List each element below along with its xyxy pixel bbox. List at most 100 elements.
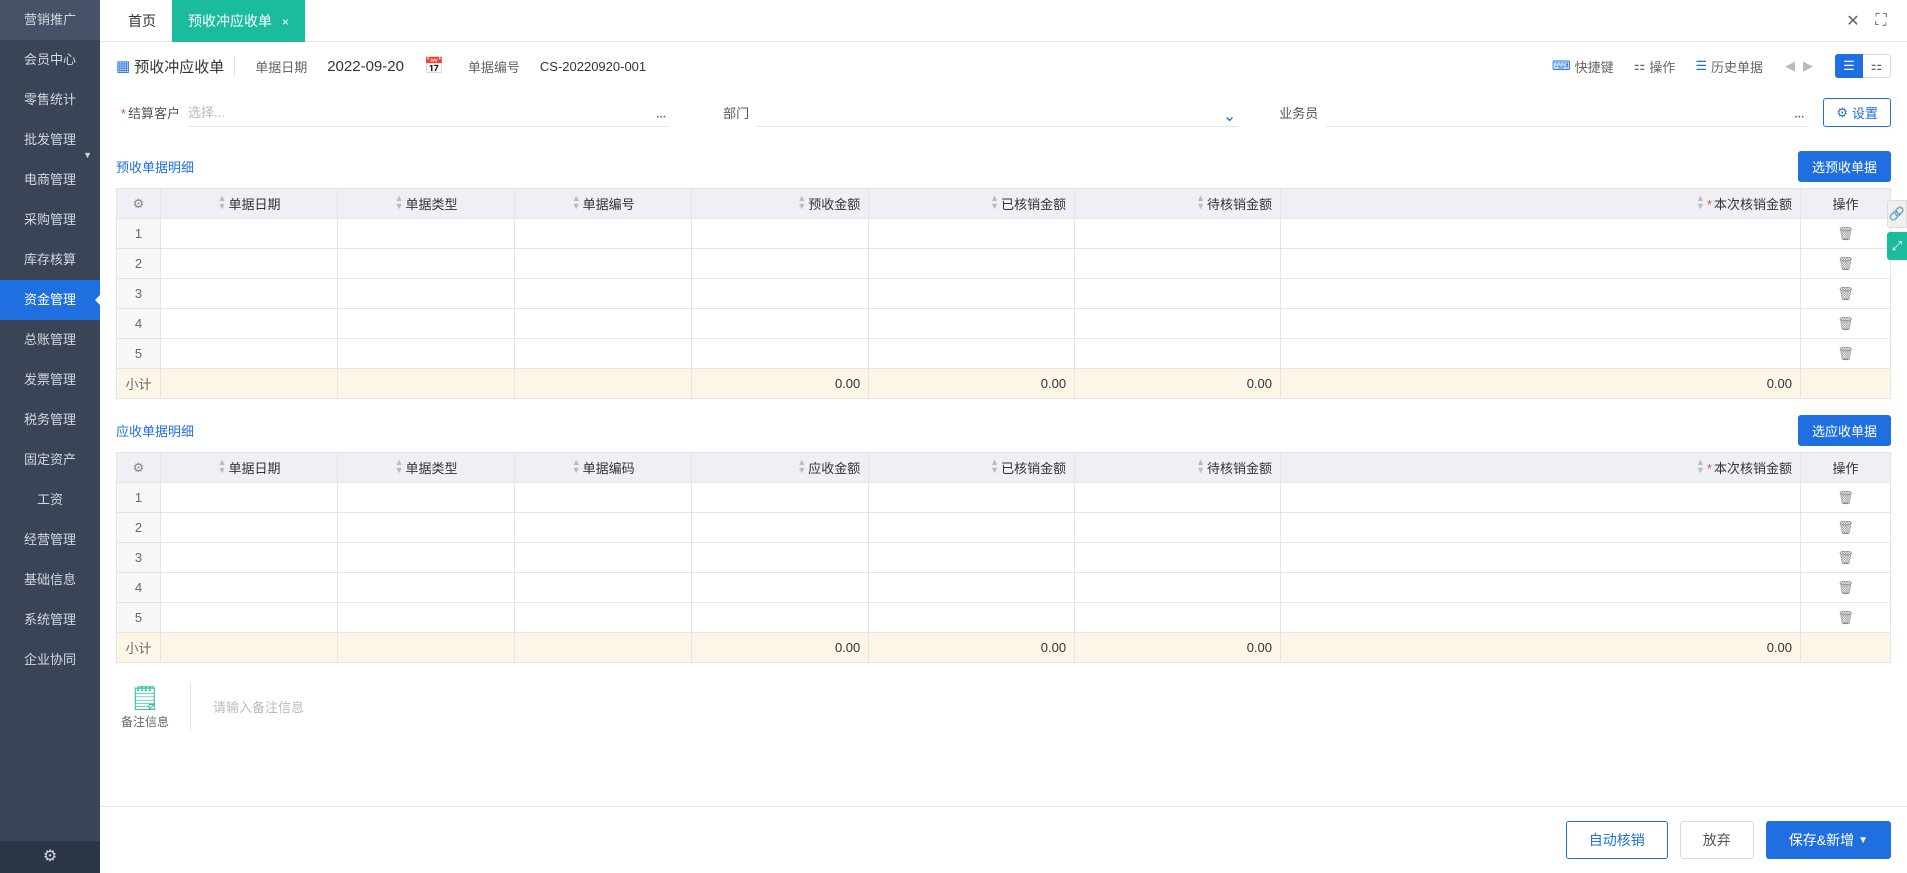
table-row[interactable]: 5🗑 [117, 603, 1891, 633]
sidebar-item-member[interactable]: 会员中心 [0, 40, 100, 80]
delete-row-button[interactable]: 🗑 [1801, 279, 1891, 309]
sidebar-item-fixed-assets[interactable]: 固定资产 [0, 440, 100, 480]
sidebar-item-salary[interactable]: 工资 [0, 480, 100, 520]
col-doc-code[interactable]: ▲▼单据编码 [515, 453, 692, 483]
sidebar-item-enterprise[interactable]: 企业协同 [0, 640, 100, 680]
float-link-button[interactable]: 🔗 [1887, 200, 1907, 228]
table-row[interactable]: 1🗑 [117, 219, 1891, 249]
table-row[interactable]: 2🗑 [117, 249, 1891, 279]
dept-input[interactable]: ⌄ [757, 99, 1238, 127]
table-row[interactable]: 3🗑 [117, 279, 1891, 309]
chevron-down-icon[interactable]: ⌄ [1223, 103, 1234, 131]
sales-input[interactable]: ··· [1326, 99, 1807, 127]
col-this-amt[interactable]: ▲▼*本次核销金额 [1281, 189, 1801, 219]
gear-icon: ⚙ [1836, 105, 1848, 121]
sidebar-item-wholesale[interactable]: 批发管理▼ [0, 120, 100, 160]
close-icon[interactable]: × [282, 15, 289, 29]
tabs-bar: 首页 预收冲应收单 × ✕ ⛶ [100, 0, 1907, 42]
operation-button[interactable]: ⚏操作 [1634, 57, 1676, 76]
col-doc-date[interactable]: ▲▼单据日期 [161, 189, 338, 219]
subtotal-written: 0.00 [869, 369, 1075, 399]
sidebar: 营销推广 会员中心 零售统计 批发管理▼ 电商管理 采购管理 库存核算 资金管理… [0, 0, 100, 873]
float-expand-button[interactable]: ⤢ [1887, 232, 1907, 260]
select-receivable-button[interactable]: 选应收单据 [1798, 415, 1891, 446]
prev-button[interactable]: ◀ [1783, 56, 1797, 76]
shortcut-button[interactable]: ⌨快捷键 [1552, 57, 1614, 76]
keyboard-icon: ⌨ [1552, 58, 1571, 74]
table-config-button[interactable]: ⚙ [117, 189, 161, 219]
delete-row-button[interactable]: 🗑 [1801, 483, 1891, 513]
col-written-amt[interactable]: ▲▼已核销金额 [869, 453, 1075, 483]
col-doc-date[interactable]: ▲▼单据日期 [161, 453, 338, 483]
history-button[interactable]: ☰历史单据 [1695, 57, 1763, 76]
view-list-button[interactable]: ☰ [1835, 54, 1863, 78]
delete-row-button[interactable]: 🗑 [1801, 219, 1891, 249]
more-icon[interactable]: ··· [655, 103, 665, 131]
delete-row-button[interactable]: 🗑 [1801, 543, 1891, 573]
col-prepay-amt[interactable]: ▲▼预收金额 [692, 189, 869, 219]
customer-input[interactable]: 选择... ··· [188, 99, 669, 127]
subtotal-label: 小计 [117, 369, 161, 399]
col-written-amt[interactable]: ▲▼已核销金额 [869, 189, 1075, 219]
view-grid-button[interactable]: ⚏ [1863, 54, 1891, 78]
delete-row-button[interactable]: 🗑 [1801, 513, 1891, 543]
fullscreen-button[interactable]: ⛶ [1867, 12, 1895, 30]
next-button[interactable]: ▶ [1801, 56, 1815, 76]
col-receivable-amt[interactable]: ▲▼应收金额 [692, 453, 869, 483]
sales-group: 业务员 ··· [1254, 99, 1807, 127]
table-row[interactable]: 3🗑 [117, 543, 1891, 573]
col-action: 操作 [1801, 189, 1891, 219]
tab-home[interactable]: 首页 [112, 0, 172, 42]
section1-title: 预收单据明细 [116, 157, 194, 176]
sort-icon: ▲▼ [218, 458, 227, 474]
sidebar-item-system[interactable]: 系统管理 [0, 600, 100, 640]
sidebar-item-marketing[interactable]: 营销推广 [0, 0, 100, 40]
sidebar-item-invoice[interactable]: 发票管理 [0, 360, 100, 400]
divider [190, 683, 191, 731]
doc-no-label: 单据编号 [468, 57, 520, 76]
col-doc-type[interactable]: ▲▼单据类型 [338, 189, 515, 219]
table-config-button[interactable]: ⚙ [117, 453, 161, 483]
table-row[interactable]: 2🗑 [117, 513, 1891, 543]
auto-writeoff-button[interactable]: 自动核销 [1566, 821, 1668, 859]
sidebar-item-label: 批发管理 [24, 132, 76, 147]
more-icon[interactable]: ··· [1793, 103, 1803, 131]
table-row[interactable]: 5🗑 [117, 339, 1891, 369]
delete-row-button[interactable]: 🗑 [1801, 603, 1891, 633]
col-pending-amt[interactable]: ▲▼待核销金额 [1075, 189, 1281, 219]
sidebar-item-ecommerce[interactable]: 电商管理 [0, 160, 100, 200]
col-pending-amt[interactable]: ▲▼待核销金额 [1075, 453, 1281, 483]
settings-button[interactable]: ⚙设置 [1823, 98, 1891, 127]
save-new-button[interactable]: 保存&新增▼ [1766, 821, 1891, 859]
sidebar-item-ledger[interactable]: 总账管理 [0, 320, 100, 360]
delete-row-button[interactable]: 🗑 [1801, 249, 1891, 279]
delete-row-button[interactable]: 🗑 [1801, 309, 1891, 339]
sidebar-item-label: 基础信息 [24, 572, 76, 587]
list-icon: ☰ [1695, 58, 1707, 74]
col-this-amt[interactable]: ▲▼*本次核销金额 [1281, 453, 1801, 483]
table-row[interactable]: 4🗑 [117, 573, 1891, 603]
delete-row-button[interactable]: 🗑 [1801, 573, 1891, 603]
sidebar-item-inventory[interactable]: 库存核算 [0, 240, 100, 280]
table-row[interactable]: 1🗑 [117, 483, 1891, 513]
delete-row-button[interactable]: 🗑 [1801, 339, 1891, 369]
tab-prepay-receivable[interactable]: 预收冲应收单 × [172, 0, 305, 42]
sidebar-item-business[interactable]: 经营管理 [0, 520, 100, 560]
tab-label: 预收冲应收单 [188, 13, 272, 29]
select-prepay-button[interactable]: 选预收单据 [1798, 151, 1891, 182]
sidebar-settings-button[interactable]: ⚙ [0, 841, 100, 873]
col-doc-type[interactable]: ▲▼单据类型 [338, 453, 515, 483]
sidebar-item-retail-stats[interactable]: 零售统计 [0, 80, 100, 120]
sidebar-item-tax[interactable]: 税务管理 [0, 400, 100, 440]
remarks-input[interactable] [207, 694, 1891, 721]
sidebar-item-purchase[interactable]: 采购管理 [0, 200, 100, 240]
sidebar-item-label: 资金管理 [24, 292, 76, 307]
table-row[interactable]: 4🗑 [117, 309, 1891, 339]
sidebar-item-basic-info[interactable]: 基础信息 [0, 560, 100, 600]
col-doc-no[interactable]: ▲▼单据编号 [515, 189, 692, 219]
calendar-icon[interactable]: 📅 [424, 56, 444, 76]
close-all-button[interactable]: ✕ [1839, 11, 1867, 31]
subtotal-pending: 0.00 [1075, 369, 1281, 399]
sidebar-item-funds[interactable]: 资金管理 [0, 280, 100, 320]
abandon-button[interactable]: 放弃 [1680, 821, 1754, 859]
